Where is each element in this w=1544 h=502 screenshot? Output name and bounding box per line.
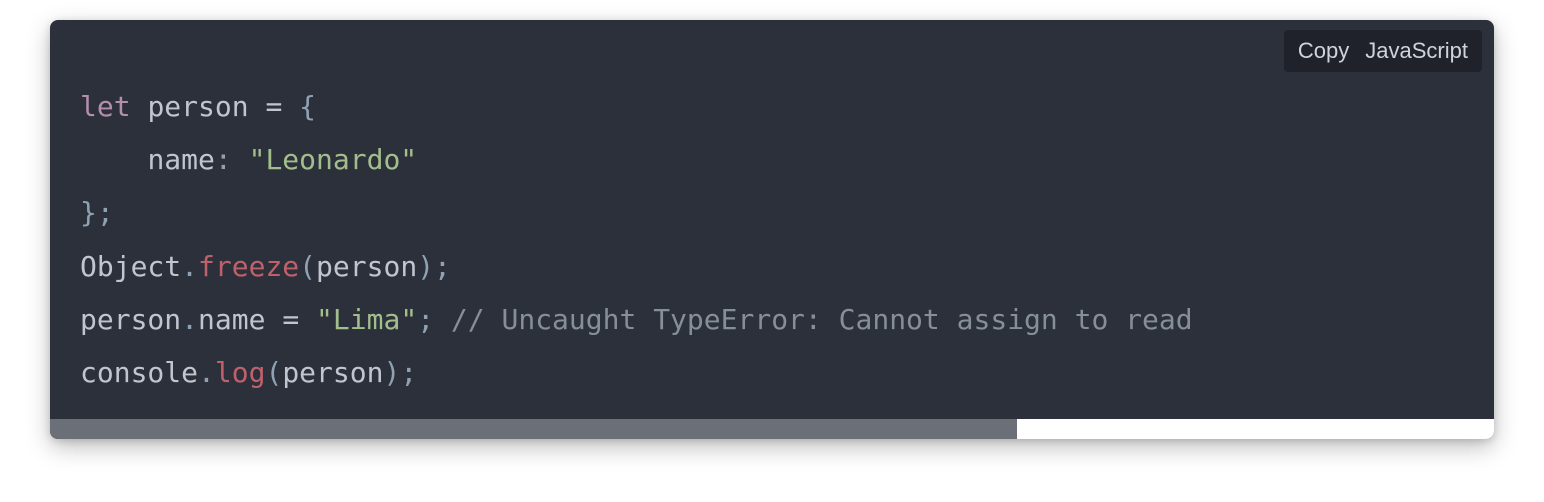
code-token-comment: // Uncaught TypeError: Cannot assign to … [451, 303, 1193, 336]
horizontal-scrollbar-track[interactable] [50, 419, 1494, 439]
code-token-paren: ) [383, 356, 400, 389]
code-token-object: person [80, 303, 181, 336]
code-token-brace: } [80, 196, 97, 229]
code-token-dot: . [181, 303, 198, 336]
code-token-semicolon: ; [417, 303, 434, 336]
language-label: JavaScript [1363, 34, 1482, 68]
code-token-property: name [198, 303, 265, 336]
code-token-object: Object [80, 250, 181, 283]
code-token-identifier: person [147, 90, 248, 123]
code-token-brace: { [299, 90, 316, 123]
code-token-semicolon: ; [400, 356, 417, 389]
code-token-argument: person [316, 250, 417, 283]
code-content: let person = { name: "Leonardo" }; Objec… [50, 20, 1494, 439]
horizontal-scrollbar-thumb[interactable] [50, 419, 1017, 439]
code-token-operator: = [265, 90, 282, 123]
code-toolbar: Copy JavaScript [1284, 30, 1482, 72]
code-token-paren: ) [417, 250, 434, 283]
code-token-method: freeze [198, 250, 299, 283]
code-indent [80, 143, 147, 176]
code-token-colon: : [215, 143, 232, 176]
code-token-paren: ( [299, 250, 316, 283]
code-token-property: name [147, 143, 214, 176]
code-token-string: "Lima" [316, 303, 417, 336]
copy-button[interactable]: Copy [1284, 34, 1363, 68]
code-token-dot: . [181, 250, 198, 283]
code-token-paren: ( [265, 356, 282, 389]
code-token-dot: . [198, 356, 215, 389]
code-token-keyword: let [80, 90, 131, 123]
code-token-string: "Leonardo" [249, 143, 418, 176]
code-block-container: Copy JavaScript let person = { name: "Le… [50, 20, 1494, 439]
code-token-operator: = [282, 303, 299, 336]
code-token-semicolon: ; [97, 196, 114, 229]
code-token-semicolon: ; [434, 250, 451, 283]
horizontal-scrollbar-track-remainder [1017, 419, 1494, 439]
code-token-argument: person [282, 356, 383, 389]
code-token-method: log [215, 356, 266, 389]
code-token-object: console [80, 356, 198, 389]
